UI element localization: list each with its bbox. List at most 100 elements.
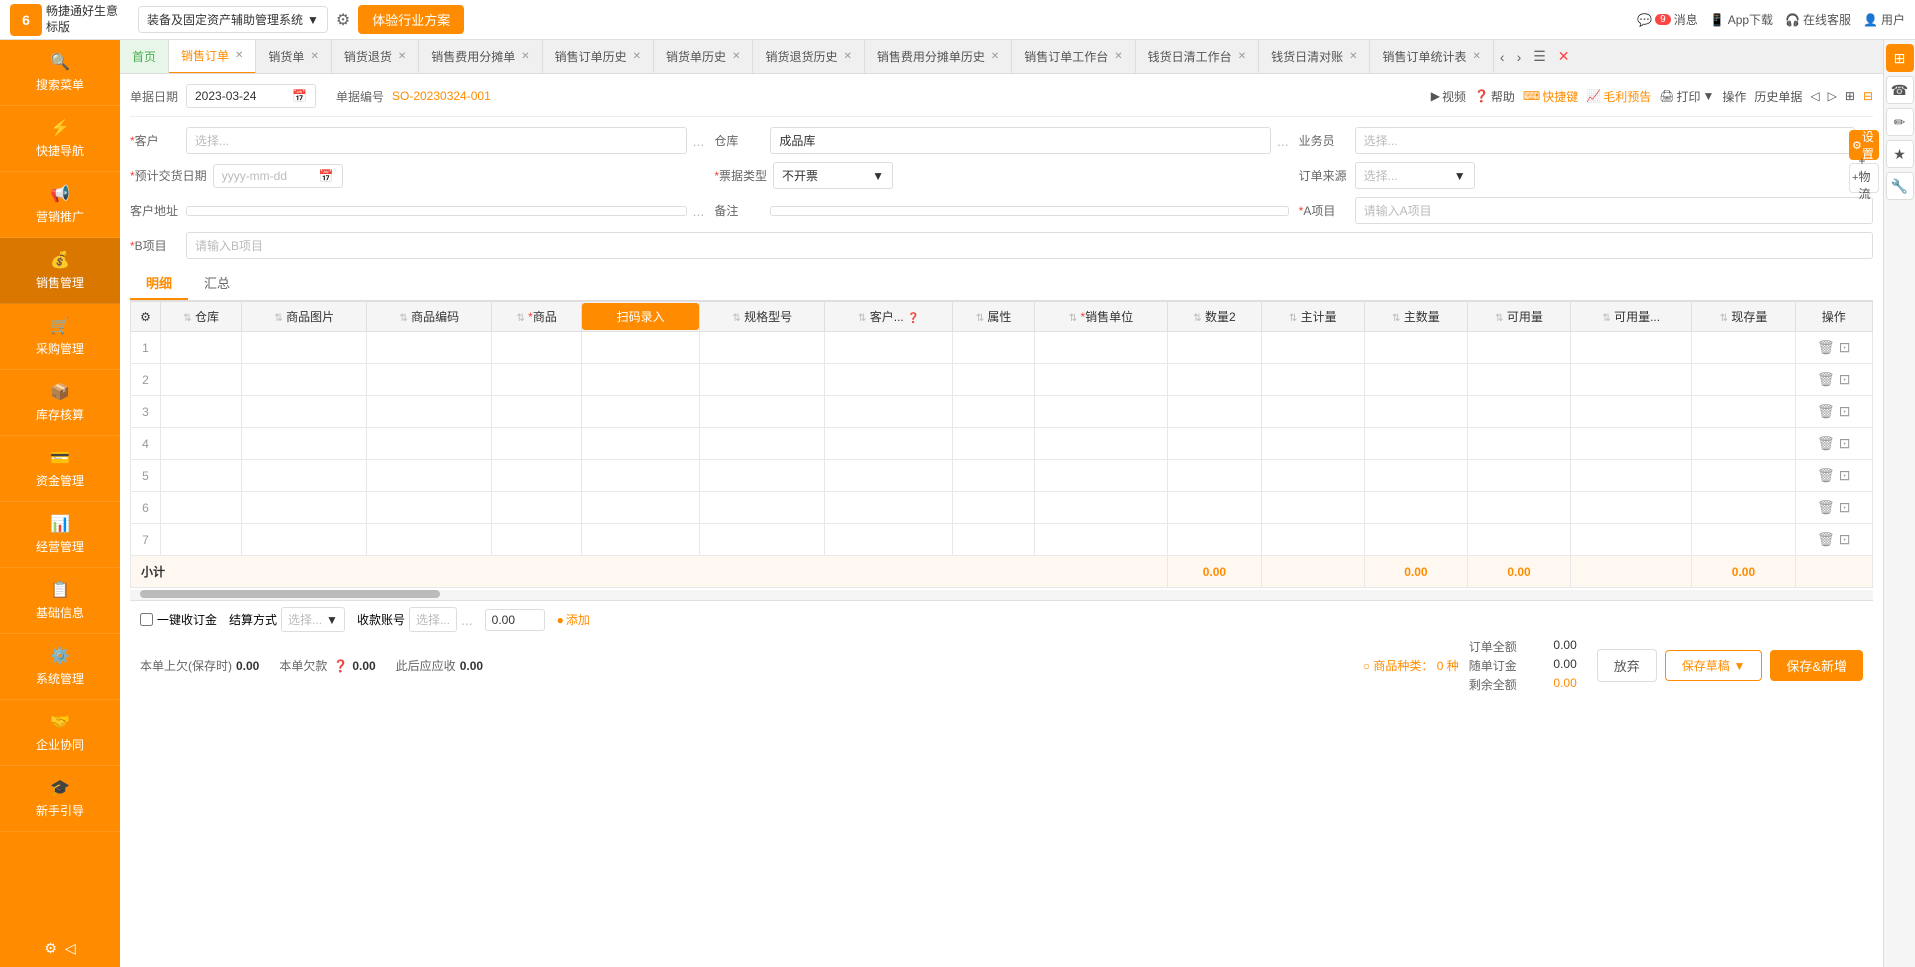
table-cell[interactable] xyxy=(582,332,700,364)
table-cell[interactable] xyxy=(582,396,700,428)
profit-btn[interactable]: 📈 毛利预告 xyxy=(1586,88,1651,105)
table-cell[interactable] xyxy=(242,364,367,396)
discard-button[interactable]: 放弃 xyxy=(1597,649,1657,682)
table-cell[interactable] xyxy=(1692,460,1795,492)
table-cell[interactable] xyxy=(953,492,1034,524)
tab-menu-btn[interactable]: ☰ xyxy=(1527,48,1552,65)
sidebar-gear-icon[interactable]: ⚙ xyxy=(44,940,57,957)
tab-close-icon[interactable]: ✕ xyxy=(1238,51,1246,62)
th-qty2[interactable]: ⇅ 数量2 xyxy=(1168,302,1261,332)
delivery-date-input[interactable]: yyyy-mm-dd 📅 xyxy=(213,164,343,188)
tab-order-workbench[interactable]: 销售订单工作台 ✕ xyxy=(1012,40,1135,74)
tab-close-icon[interactable]: ✕ xyxy=(1349,51,1357,62)
sidebar-item-marketing[interactable]: 📢 营销推广 xyxy=(0,172,120,238)
table-cell[interactable] xyxy=(953,460,1034,492)
tab-close-icon[interactable]: ✕ xyxy=(521,51,529,62)
online-service-btn[interactable]: 🎧 在线客服 xyxy=(1785,11,1851,28)
sidebar-item-search[interactable]: 🔍 搜索菜单 xyxy=(0,40,120,106)
table-cell[interactable] xyxy=(700,492,825,524)
table-cell[interactable] xyxy=(825,396,953,428)
settings-icon[interactable]: ⚙ xyxy=(336,10,350,30)
tab-close-all-btn[interactable]: ✕ xyxy=(1552,48,1576,65)
table-cell[interactable] xyxy=(825,428,953,460)
invoice-type-select[interactable]: 不开票 ▼ xyxy=(773,162,893,189)
table-cell[interactable] xyxy=(367,460,492,492)
table-cell[interactable] xyxy=(1034,364,1167,396)
table-cell[interactable] xyxy=(953,332,1034,364)
tab-close-icon[interactable]: ✕ xyxy=(1473,51,1481,62)
table-cell[interactable] xyxy=(492,364,582,396)
table-cell[interactable] xyxy=(1364,332,1467,364)
sidebar-item-quicknav[interactable]: ⚡ 快捷导航 xyxy=(0,106,120,172)
table-cell[interactable] xyxy=(953,364,1034,396)
sidebar-item-sales[interactable]: 💰 销售管理 xyxy=(0,238,120,304)
table-cell[interactable] xyxy=(1034,492,1167,524)
table-cell[interactable] xyxy=(1467,460,1570,492)
sidebar-item-finance[interactable]: 💳 资金管理 xyxy=(0,436,120,502)
table-cell[interactable] xyxy=(367,428,492,460)
copy-icon[interactable]: ⊡ xyxy=(1839,339,1851,356)
table-cell[interactable] xyxy=(1571,460,1692,492)
tab-close-icon[interactable]: ✕ xyxy=(235,50,243,61)
table-cell[interactable] xyxy=(1571,492,1692,524)
shortcut-btn[interactable]: ⌨ 快捷键 xyxy=(1523,88,1578,105)
history-btn[interactable]: 历史单据 xyxy=(1754,88,1802,105)
page-nav-next[interactable]: ▷ xyxy=(1828,89,1837,103)
table-cell[interactable] xyxy=(953,428,1034,460)
delete-icon[interactable]: 🗑 xyxy=(1817,371,1835,388)
table-cell[interactable] xyxy=(367,492,492,524)
tab-invoice-history[interactable]: 销货单历史 ✕ xyxy=(654,40,753,74)
table-cell[interactable] xyxy=(825,364,953,396)
tab-close-icon[interactable]: ✕ xyxy=(732,51,740,62)
table-cell[interactable] xyxy=(1168,524,1261,556)
table-cell[interactable] xyxy=(1571,332,1692,364)
table-cell[interactable] xyxy=(161,460,242,492)
account-more-icon[interactable]: ... xyxy=(461,612,473,628)
tab-home[interactable]: 首页 xyxy=(120,40,169,74)
th-spec[interactable]: ⇅ 规格型号 xyxy=(700,302,825,332)
table-cell[interactable] xyxy=(1692,428,1795,460)
right-panel-btn-3[interactable]: ★ xyxy=(1886,140,1914,168)
save-new-button[interactable]: 保存&新增 xyxy=(1770,650,1863,681)
tab-close-icon[interactable]: ✕ xyxy=(398,51,406,62)
settlement-select[interactable]: 选择... ▼ xyxy=(281,607,345,632)
table-cell[interactable] xyxy=(1168,364,1261,396)
table-cell[interactable] xyxy=(161,396,242,428)
th-attribute[interactable]: ⇅ 属性 xyxy=(953,302,1034,332)
operation-btn[interactable]: 操作 xyxy=(1722,88,1746,105)
table-cell[interactable] xyxy=(1261,364,1364,396)
table-cell[interactable] xyxy=(1571,364,1692,396)
sidebar-item-basic-info[interactable]: 📋 基础信息 xyxy=(0,568,120,634)
table-cell[interactable] xyxy=(700,524,825,556)
table-cell[interactable] xyxy=(242,460,367,492)
deposit-amount[interactable]: 0.00 xyxy=(485,609,545,631)
table-cell[interactable] xyxy=(1692,492,1795,524)
user-avatar[interactable]: 👤 用户 xyxy=(1863,11,1905,28)
table-cell[interactable] xyxy=(492,524,582,556)
table-cell[interactable] xyxy=(1467,524,1570,556)
table-cell[interactable] xyxy=(1034,460,1167,492)
table-cell[interactable] xyxy=(367,524,492,556)
th-product[interactable]: ⇅ *商品 xyxy=(492,302,582,332)
table-cell[interactable] xyxy=(700,332,825,364)
table-cell[interactable] xyxy=(367,364,492,396)
th-settings[interactable]: ⚙ xyxy=(131,302,161,332)
tab-close-icon[interactable]: ✕ xyxy=(310,51,318,62)
table-cell[interactable] xyxy=(492,428,582,460)
message-btn[interactable]: 💬 9 消息 xyxy=(1637,11,1698,28)
horizontal-scrollbar[interactable] xyxy=(130,590,1873,600)
sidebar-item-operations[interactable]: 📊 经营管理 xyxy=(0,502,120,568)
tab-daily-reconcile[interactable]: 钱货日清对账 ✕ xyxy=(1259,40,1370,74)
th-warehouse[interactable]: ⇅ 仓库 xyxy=(161,302,242,332)
tab-next-btn[interactable]: › xyxy=(1511,49,1528,65)
copy-icon[interactable]: ⊡ xyxy=(1839,403,1851,420)
table-cell[interactable] xyxy=(161,492,242,524)
tab-close-icon[interactable]: ✕ xyxy=(843,51,851,62)
tab-close-icon[interactable]: ✕ xyxy=(991,51,999,62)
table-cell[interactable] xyxy=(1168,332,1261,364)
tab-prev-btn[interactable]: ‹ xyxy=(1494,49,1511,65)
table-cell[interactable] xyxy=(161,428,242,460)
sidebar-item-purchase[interactable]: 🛒 采购管理 xyxy=(0,304,120,370)
delete-icon[interactable]: 🗑 xyxy=(1817,403,1835,420)
table-cell[interactable] xyxy=(242,332,367,364)
